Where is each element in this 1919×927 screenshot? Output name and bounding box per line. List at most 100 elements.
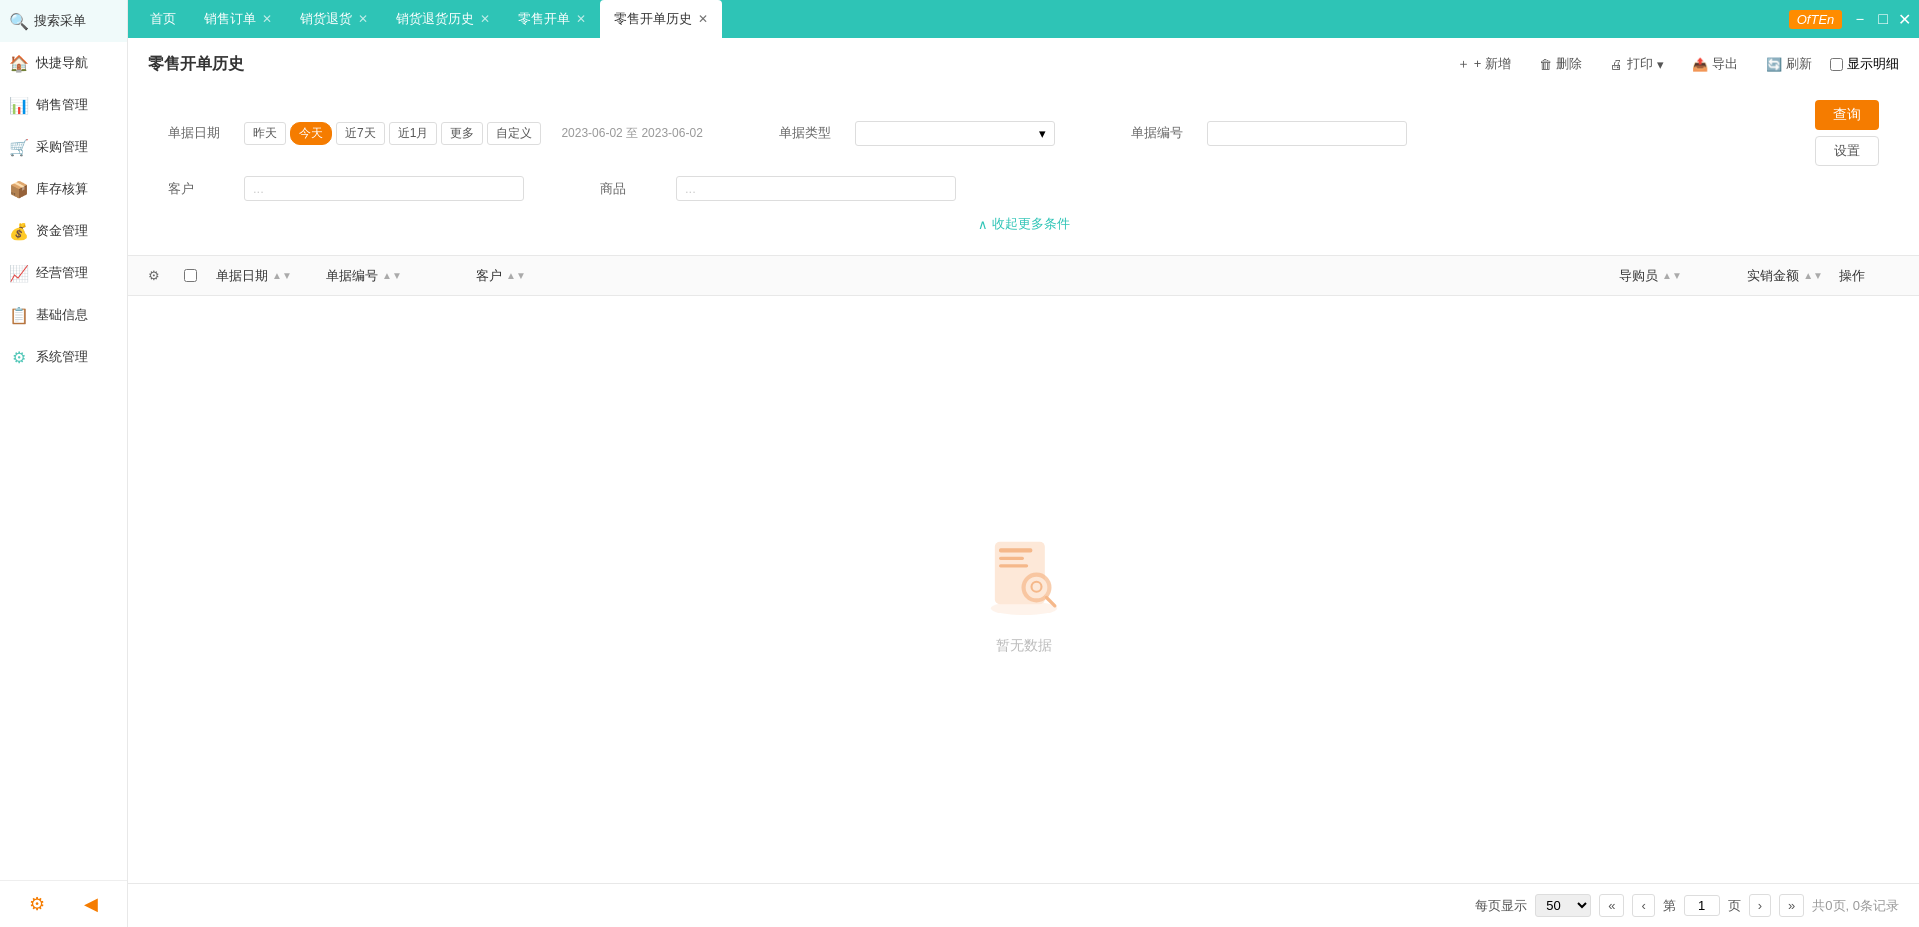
svg-point-6 — [1025, 576, 1047, 598]
empty-text: 暂无数据 — [996, 637, 1052, 655]
svg-rect-4 — [999, 564, 1028, 567]
next-page-button[interactable]: › — [1749, 894, 1771, 917]
maximize-btn[interactable]: □ — [1878, 10, 1888, 28]
tab-close-sales-return[interactable]: ✕ — [358, 12, 368, 26]
table-header: ⚙ 单据日期 ▲▼ 单据编号 ▲▼ 客户 ▲▼ 导购员 — [128, 256, 1919, 296]
export-button[interactable]: 📤 导出 — [1682, 50, 1748, 78]
th-action: 操作 — [1831, 267, 1911, 285]
pagination: 每页显示 50 10 20 100 « ‹ 第 页 › » 共0页, 0条记录 — [128, 883, 1919, 927]
export-icon: 📤 — [1692, 57, 1708, 72]
tab-close-sales-return-history[interactable]: ✕ — [480, 12, 490, 26]
minimize-btn[interactable]: － — [1852, 9, 1868, 30]
date-btn-last7days[interactable]: 近7天 — [336, 122, 385, 145]
add-icon: ＋ — [1457, 55, 1470, 73]
home-icon: 🏠 — [10, 54, 28, 72]
filter-date-buttons: 昨天 今天 近7天 近1月 更多 自定义 — [244, 122, 541, 145]
display-detail-checkbox-row[interactable]: 显示明细 — [1830, 55, 1899, 73]
page-header: 零售开单历史 ＋ + 新增 🗑 删除 🖨 打印 ▾ — [128, 38, 1919, 256]
bill-no-input[interactable] — [1207, 121, 1407, 146]
client-placeholder: ... — [253, 181, 264, 196]
delete-button[interactable]: 🗑 删除 — [1529, 50, 1592, 78]
goods-placeholder: ... — [685, 181, 696, 196]
sidebar-item-label: 经营管理 — [36, 264, 88, 282]
tab-close-sales-order[interactable]: ✕ — [262, 12, 272, 26]
settings-bottom-icon[interactable]: ⚙ — [29, 893, 45, 915]
page-size-label: 每页显示 — [1475, 897, 1527, 915]
date-btn-more[interactable]: 更多 — [441, 122, 483, 145]
query-button[interactable]: 查询 — [1815, 100, 1879, 130]
date-btn-custom[interactable]: 自定义 — [487, 122, 541, 145]
delete-icon: 🗑 — [1539, 57, 1552, 72]
sidebar-item-operation[interactable]: 📈 经营管理 — [0, 252, 127, 294]
sidebar-item-label: 采购管理 — [36, 138, 88, 156]
page-size-select[interactable]: 50 10 20 100 — [1535, 894, 1591, 917]
chart-icon: 📊 — [10, 96, 28, 114]
page-title: 零售开单历史 — [148, 54, 244, 75]
sort-guide-icon: ▲▼ — [1662, 270, 1682, 281]
tab-close-retail-open[interactable]: ✕ — [576, 12, 586, 26]
prev-page-button[interactable]: ‹ — [1632, 894, 1654, 917]
tab-close-retail-open-history[interactable]: ✕ — [698, 12, 708, 26]
tab-sales-return[interactable]: 销货退货 ✕ — [286, 0, 382, 38]
date-filter-label: 单据日期 — [168, 124, 228, 142]
collapse-button[interactable]: ∧ 收起更多条件 — [978, 211, 1070, 237]
table-select-all-checkbox[interactable] — [172, 269, 208, 282]
tab-sales-return-history[interactable]: 销货退货历史 ✕ — [382, 0, 504, 38]
sort-billno-icon: ▲▼ — [382, 270, 402, 281]
th-amount[interactable]: 实销金额 ▲▼ — [1711, 267, 1831, 285]
bill-no-label: 单据编号 — [1131, 124, 1191, 142]
client-select[interactable]: ... — [244, 176, 524, 201]
sidebar-item-system-mgmt[interactable]: ⚙ 系统管理 — [0, 336, 127, 378]
th-billno[interactable]: 单据编号 ▲▼ — [318, 267, 468, 285]
sort-amount-icon: ▲▼ — [1803, 270, 1823, 281]
goods-select[interactable]: ... — [676, 176, 956, 201]
collapse-sidebar-icon[interactable]: ◀ — [84, 893, 98, 915]
th-guide[interactable]: 导购员 ▲▼ — [1611, 267, 1711, 285]
tab-retail-open-history[interactable]: 零售开单历史 ✕ — [600, 0, 722, 38]
sidebar-item-inventory[interactable]: 📦 库存核算 — [0, 168, 127, 210]
empty-state: 暂无数据 — [128, 296, 1919, 883]
sidebar-search[interactable]: 🔍 搜索采单 — [0, 0, 127, 42]
operation-icon: 📈 — [10, 264, 28, 282]
gear-icon: ⚙ — [10, 348, 28, 366]
table-container: ⚙ 单据日期 ▲▼ 单据编号 ▲▼ 客户 ▲▼ 导购员 — [128, 256, 1919, 927]
sidebar-item-label: 基础信息 — [36, 306, 88, 324]
refresh-button[interactable]: 🔄 刷新 — [1756, 50, 1822, 78]
th-client[interactable]: 客户 ▲▼ — [468, 267, 1611, 285]
add-button[interactable]: ＋ + 新增 — [1447, 50, 1521, 78]
cart-icon: 🛒 — [10, 138, 28, 156]
filter-row-client: 客户 ... 商品 ... — [168, 176, 1879, 201]
sidebar-item-sales-mgmt[interactable]: 📊 销售管理 — [0, 84, 127, 126]
display-detail-label: 显示明细 — [1847, 55, 1899, 73]
page-number-input[interactable] — [1684, 895, 1720, 916]
client-label: 客户 — [168, 180, 228, 198]
bill-type-select[interactable]: ▾ — [855, 121, 1055, 146]
sort-client-icon: ▲▼ — [506, 270, 526, 281]
print-button[interactable]: 🖨 打印 ▾ — [1600, 50, 1674, 78]
close-window-btn[interactable]: ✕ — [1898, 10, 1911, 29]
tab-sales-order[interactable]: 销售订单 ✕ — [190, 0, 286, 38]
sidebar-item-finance[interactable]: 💰 资金管理 — [0, 210, 127, 252]
first-page-button[interactable]: « — [1599, 894, 1624, 917]
date-btn-yesterday[interactable]: 昨天 — [244, 122, 286, 145]
date-btn-last1month[interactable]: 近1月 — [389, 122, 438, 145]
page-summary: 共0页, 0条记录 — [1812, 897, 1899, 915]
display-detail-checkbox[interactable] — [1830, 58, 1843, 71]
sidebar-item-basic-info[interactable]: 📋 基础信息 — [0, 294, 127, 336]
sidebar: 🔍 搜索采单 🏠 快捷导航 📊 销售管理 🛒 采购管理 📦 库存核算 💰 资金管… — [0, 0, 128, 927]
sidebar-item-quick-nav[interactable]: 🏠 快捷导航 — [0, 42, 127, 84]
box-icon: 📦 — [10, 180, 28, 198]
svg-rect-3 — [999, 556, 1024, 559]
date-btn-today[interactable]: 今天 — [290, 122, 332, 145]
table-settings-icon[interactable]: ⚙ — [136, 268, 172, 283]
sidebar-item-purchase-mgmt[interactable]: 🛒 采购管理 — [0, 126, 127, 168]
th-date[interactable]: 单据日期 ▲▼ — [208, 267, 318, 285]
last-page-button[interactable]: » — [1779, 894, 1804, 917]
main-content: 首页 销售订单 ✕ 销货退货 ✕ 销货退货历史 ✕ 零售开单 ✕ 零售开单历史 … — [128, 0, 1919, 927]
tab-retail-open[interactable]: 零售开单 ✕ — [504, 0, 600, 38]
tab-home[interactable]: 首页 — [136, 0, 190, 38]
sidebar-item-label: 资金管理 — [36, 222, 88, 240]
select-all-input[interactable] — [184, 269, 197, 282]
setting-button[interactable]: 设置 — [1815, 136, 1879, 166]
filter-row-date: 单据日期 昨天 今天 近7天 近1月 更多 自定义 2023-06-02 至 2… — [168, 100, 1879, 166]
